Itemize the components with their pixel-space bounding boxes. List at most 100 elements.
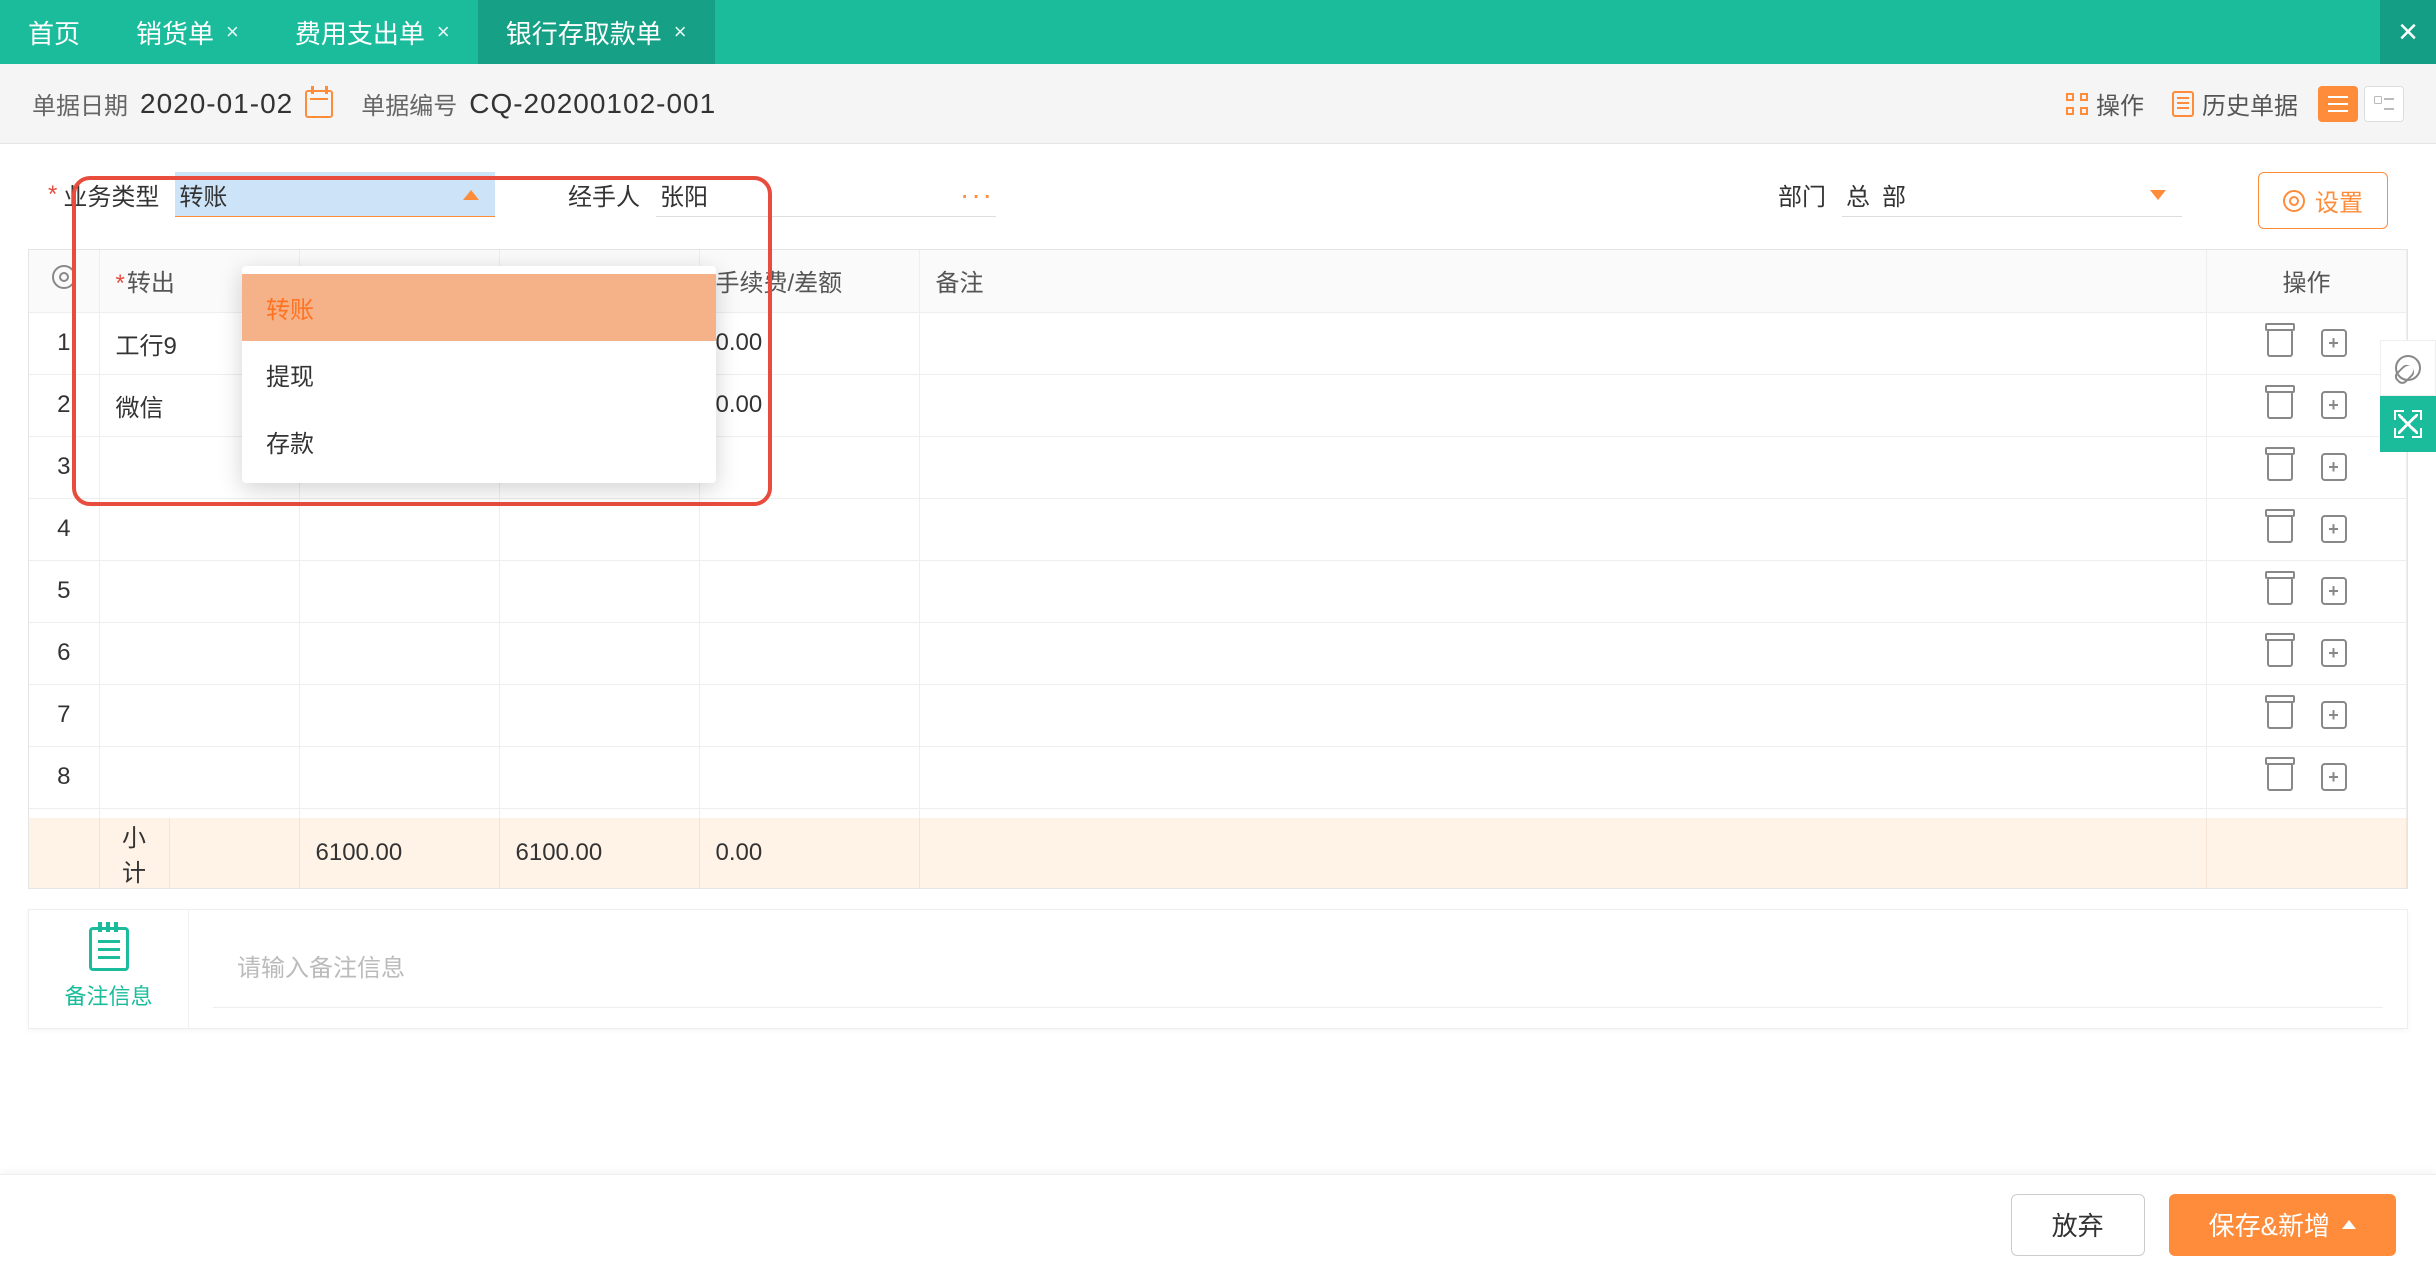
close-icon[interactable]: × [437, 19, 450, 45]
fee-cell[interactable] [699, 560, 919, 622]
copy-row-icon[interactable] [2321, 639, 2347, 667]
table-row[interactable]: 5 [29, 560, 2407, 622]
delete-row-icon[interactable] [2267, 763, 2293, 791]
business-type-field: * 业务类型 [48, 172, 508, 217]
close-icon[interactable]: × [226, 19, 239, 45]
tab-bank[interactable]: 银行存取款单× [478, 0, 715, 64]
copy-row-icon[interactable] [2321, 515, 2347, 543]
copy-row-icon[interactable] [2321, 763, 2347, 791]
handler-input[interactable] [656, 172, 996, 217]
action-cell [2207, 436, 2407, 498]
tab-sales[interactable]: 销货单× [108, 0, 267, 64]
dropdown-item-deposit[interactable]: 存款 [242, 408, 716, 475]
note-cell[interactable] [919, 312, 2207, 374]
out-account-cell[interactable] [99, 498, 299, 560]
save-add-button[interactable]: 保存&新增 [2169, 1194, 2396, 1256]
out-account-cell[interactable] [99, 622, 299, 684]
in-amount-cell[interactable] [499, 622, 699, 684]
out-account-cell[interactable] [99, 808, 299, 818]
business-type-input[interactable] [175, 172, 495, 217]
chevron-up-icon[interactable] [463, 190, 479, 200]
fee-header: 手续费/差额 [699, 250, 919, 312]
fee-cell[interactable] [699, 684, 919, 746]
action-cell [2207, 312, 2407, 374]
copy-row-icon[interactable] [2321, 577, 2347, 605]
number-label: 单据编号 [361, 86, 457, 121]
in-amount-cell[interactable] [499, 560, 699, 622]
settings-button[interactable]: 设置 [2258, 172, 2388, 229]
history-menu[interactable]: 历史单据 [2172, 86, 2298, 121]
delete-row-icon[interactable] [2267, 391, 2293, 419]
note-cell[interactable] [919, 684, 2207, 746]
tab-expense[interactable]: 费用支出单× [267, 0, 478, 64]
subtotal-out-amount: 6100.00 [299, 818, 499, 888]
hidden-cell[interactable] [299, 808, 499, 818]
expand-icon [2394, 410, 2422, 438]
fee-cell[interactable]: 0.00 [699, 374, 919, 436]
row-index: 1 [29, 312, 99, 374]
dropdown-item-withdraw[interactable]: 提现 [242, 341, 716, 408]
out-account-cell[interactable] [99, 684, 299, 746]
list-view-button[interactable] [2318, 86, 2358, 122]
tabbar-close-button[interactable]: × [2380, 0, 2436, 64]
delete-row-icon[interactable] [2267, 515, 2293, 543]
in-amount-cell[interactable] [499, 746, 699, 808]
column-settings-header[interactable] [29, 250, 99, 312]
date-value[interactable]: 2020-01-02 [140, 88, 293, 120]
hidden-cell[interactable] [299, 746, 499, 808]
tab-home[interactable]: 首页 [0, 0, 108, 64]
hidden-cell[interactable] [299, 622, 499, 684]
hidden-cell[interactable] [299, 498, 499, 560]
copy-row-icon[interactable] [2321, 329, 2347, 357]
fullscreen-button[interactable] [2380, 396, 2436, 452]
table-row[interactable]: 8 [29, 746, 2407, 808]
delete-row-icon[interactable] [2267, 453, 2293, 481]
detail-view-button[interactable] [2364, 86, 2404, 122]
note-cell[interactable] [919, 622, 2207, 684]
in-amount-cell[interactable] [499, 684, 699, 746]
out-account-cell[interactable] [99, 560, 299, 622]
table-row[interactable]: 4 [29, 498, 2407, 560]
attachment-button[interactable] [2380, 340, 2436, 396]
calendar-icon[interactable] [305, 90, 333, 118]
chevron-down-icon[interactable] [2150, 190, 2166, 200]
delete-row-icon[interactable] [2267, 701, 2293, 729]
table-row[interactable]: 6 [29, 622, 2407, 684]
note-cell[interactable] [919, 374, 2207, 436]
fee-cell[interactable] [699, 746, 919, 808]
hidden-cell[interactable] [299, 684, 499, 746]
table-row[interactable]: 7 [29, 684, 2407, 746]
action-cell [2207, 746, 2407, 808]
view-toggle-group [2318, 86, 2404, 122]
out-account-cell[interactable] [99, 746, 299, 808]
fee-cell[interactable] [699, 436, 919, 498]
table-row[interactable]: 9 [29, 808, 2407, 818]
fee-cell[interactable] [699, 498, 919, 560]
delete-row-icon[interactable] [2267, 577, 2293, 605]
in-amount-cell[interactable] [499, 808, 699, 818]
fee-cell[interactable]: 0.00 [699, 312, 919, 374]
in-amount-cell[interactable] [499, 498, 699, 560]
dropdown-item-transfer[interactable]: 转账 [242, 274, 716, 341]
delete-row-icon[interactable] [2267, 639, 2293, 667]
note-cell[interactable] [919, 436, 2207, 498]
actions-menu[interactable]: 操作 [2066, 86, 2144, 121]
discard-button[interactable]: 放弃 [2011, 1194, 2145, 1256]
close-icon[interactable]: × [674, 19, 687, 45]
ellipsis-icon[interactable]: ··· [960, 179, 994, 211]
number-value: CQ-20200102-001 [469, 88, 716, 120]
note-cell[interactable] [919, 808, 2207, 818]
hidden-cell[interactable] [299, 560, 499, 622]
note-cell[interactable] [919, 746, 2207, 808]
dept-input[interactable] [1842, 172, 2182, 217]
copy-row-icon[interactable] [2321, 701, 2347, 729]
gear-icon [2283, 190, 2305, 212]
fee-cell[interactable] [699, 808, 919, 818]
delete-row-icon[interactable] [2267, 329, 2293, 357]
note-cell[interactable] [919, 498, 2207, 560]
note-cell[interactable] [919, 560, 2207, 622]
fee-cell[interactable] [699, 622, 919, 684]
copy-row-icon[interactable] [2321, 391, 2347, 419]
copy-row-icon[interactable] [2321, 453, 2347, 481]
remarks-input[interactable] [213, 930, 2383, 1008]
